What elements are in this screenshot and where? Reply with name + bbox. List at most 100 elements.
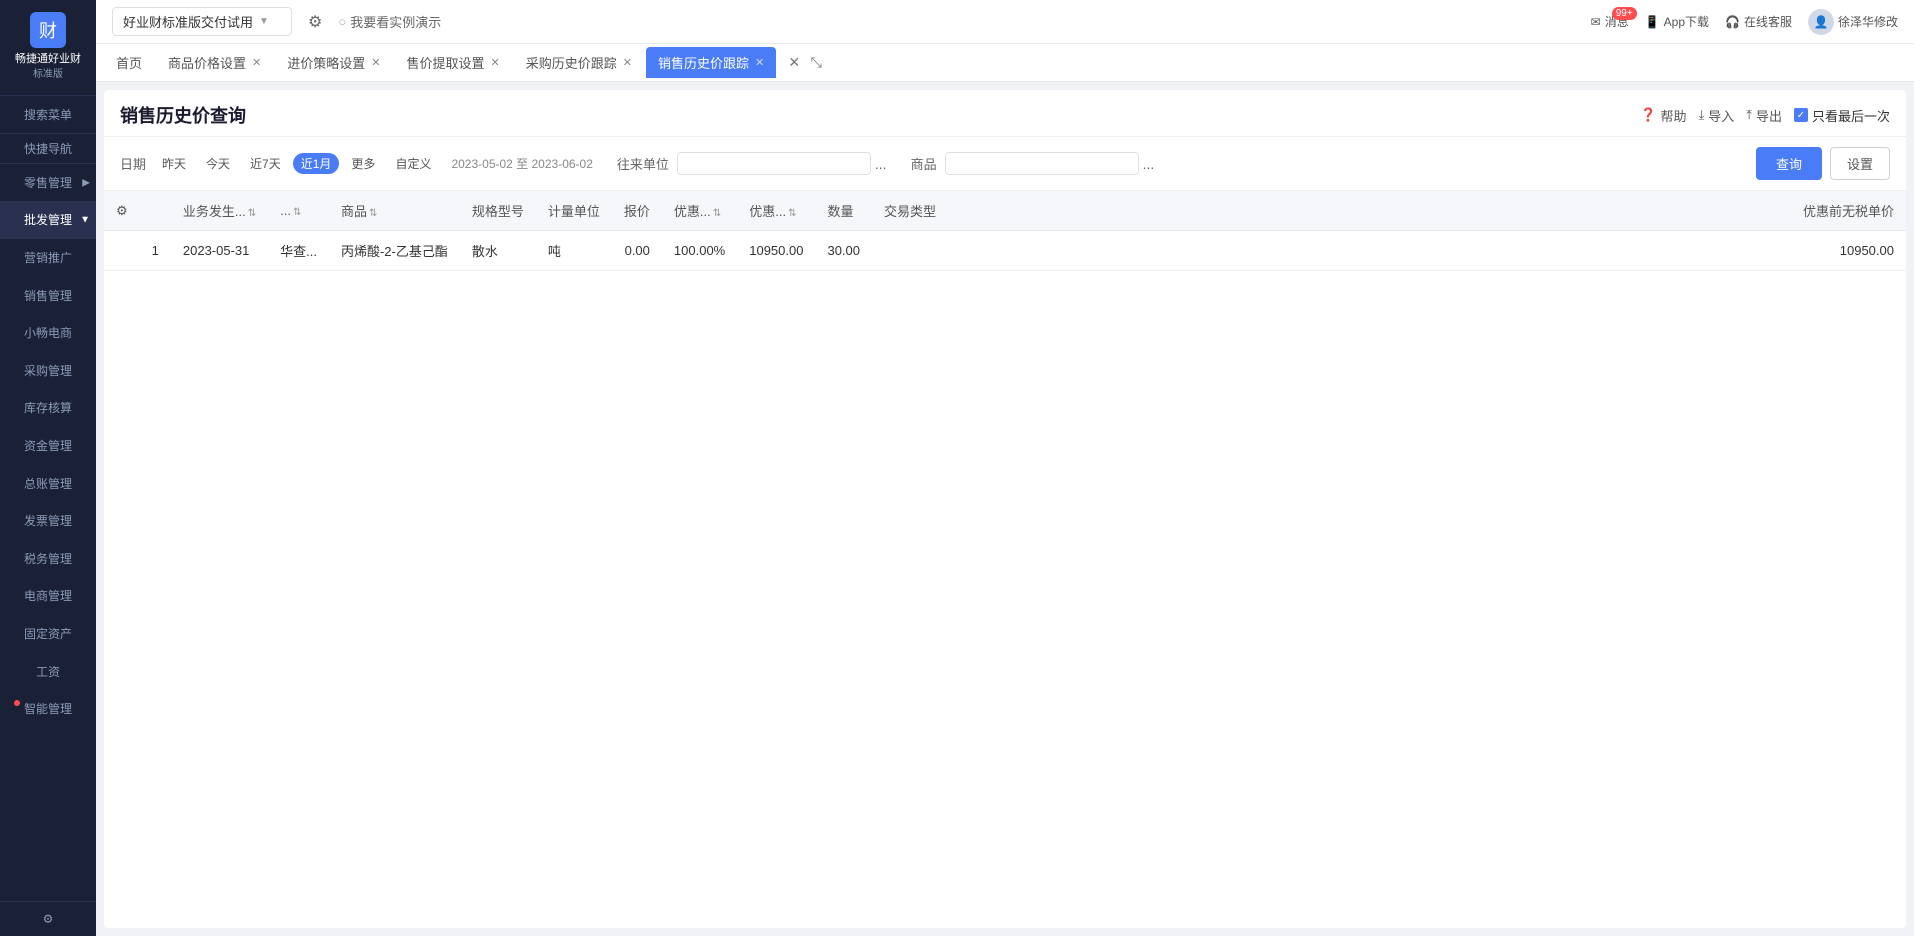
tab-purchase-strategy[interactable]: 进价策略设置 ✕ [275, 47, 392, 78]
product-label: 商品 [911, 154, 937, 173]
sidebar-quick-nav[interactable]: 快捷导航 [0, 134, 96, 164]
date-more[interactable]: 更多 [343, 153, 383, 174]
online-service-button[interactable]: 🎧 在线客服 [1725, 13, 1792, 30]
sidebar-item-marketing[interactable]: 营销推广 [0, 239, 96, 277]
date-yesterday[interactable]: 昨天 [154, 153, 194, 174]
import-icon: ⤓ [1698, 107, 1704, 123]
help-icon: ❓ [1640, 107, 1656, 123]
tab-sale-extract-close[interactable]: ✕ [491, 56, 500, 69]
date-last7[interactable]: 近7天 [242, 153, 289, 174]
data-table: ⚙ 业务发生...⇅ ...⇅ 商品⇅ 规格型号 计量单位 报价 优惠...⇅ … [104, 191, 1906, 271]
filter-bar: 日期 昨天 今天 近7天 近1月 更多 自定义 2023-05-02 至 202… [104, 137, 1906, 191]
col-trade-type: 交易类型 [872, 191, 948, 231]
dropdown-arrow-icon: ▼ [259, 16, 269, 27]
sidebar-item-salary[interactable]: 工资 [0, 653, 96, 691]
help-button[interactable]: ❓ 帮助 [1640, 106, 1686, 125]
date-label: 日期 [120, 154, 146, 173]
sidebar-item-fund[interactable]: 资金管理 [0, 427, 96, 465]
tab-home[interactable]: 首页 [104, 47, 154, 78]
customer-dots-button[interactable]: ... [875, 156, 887, 172]
tab-purchase-strategy-close[interactable]: ✕ [371, 56, 380, 69]
tab-purchase-history-close[interactable]: ✕ [623, 56, 632, 69]
sidebar-item-ecommerce[interactable]: 电商管理 [0, 577, 96, 615]
last-once-checkbox[interactable]: ✓ 只看最后一次 [1794, 106, 1890, 125]
tab-sale-history-close[interactable]: ✕ [755, 56, 764, 69]
sidebar-settings[interactable]: ⚙ [0, 901, 96, 936]
tab-sale-extract[interactable]: 售价提取设置 ✕ [394, 47, 511, 78]
cell-no: 1 [140, 231, 171, 271]
export-button[interactable]: ⤒ 导出 [1746, 106, 1782, 125]
page-title: 销售历史价查询 [120, 102, 246, 128]
product-dots-button[interactable]: ... [1143, 156, 1155, 172]
settings-button[interactable]: 设置 [1830, 147, 1890, 180]
col-more1[interactable]: ...⇅ [268, 191, 329, 231]
query-button[interactable]: 查询 [1756, 147, 1822, 180]
col-discount-price[interactable]: 优惠...⇅ [737, 191, 815, 231]
tab-product-price[interactable]: 商品价格设置 ✕ [156, 47, 273, 78]
chevron-right-icon: ▶ [82, 177, 90, 188]
sidebar-item-tax[interactable]: 税务管理 [0, 540, 96, 578]
col-product[interactable]: 商品⇅ [329, 191, 460, 231]
date-range: 2023-05-02 至 2023-06-02 [451, 155, 592, 172]
page-content: 销售历史价查询 ❓ 帮助 ⤓ 导入 ⤒ 导出 ✓ 只看最后一次 [104, 90, 1906, 928]
cell-unit: 吨 [536, 231, 612, 271]
product-selector-label: 好业财标准版交付试用 [123, 12, 253, 31]
user-info[interactable]: 👤 徐泽华修改 [1808, 9, 1898, 35]
demo-link-label: 我要看实例演示 [350, 12, 441, 31]
user-name: 徐泽华修改 [1838, 13, 1898, 30]
table-row: 1 2023-05-31 华查... 丙烯酸-2-乙基己酯 散水 吨 0.00 … [104, 231, 1906, 271]
col-gear: ⚙ [104, 191, 140, 231]
topbar-left: 好业财标准版交付试用 ▼ ⚙ ○ 我要看实例演示 [112, 7, 1591, 36]
window-close-button[interactable]: ✕ [786, 55, 802, 71]
export-label: 导出 [1756, 106, 1782, 125]
tab-product-price-label: 商品价格设置 [168, 53, 246, 72]
online-service-label: 在线客服 [1744, 13, 1792, 30]
app-download-button[interactable]: 📱 App下载 [1645, 13, 1709, 30]
tab-product-price-close[interactable]: ✕ [252, 56, 261, 69]
cell-qty: 30.00 [815, 231, 872, 271]
product-selector[interactable]: 好业财标准版交付试用 ▼ [112, 7, 292, 36]
sidebar-item-sales-mgmt[interactable]: 销售管理 [0, 277, 96, 315]
tab-home-label: 首页 [116, 53, 142, 72]
tabbar: 首页 商品价格设置 ✕ 进价策略设置 ✕ 售价提取设置 ✕ 采购历史价跟踪 ✕ … [96, 44, 1914, 82]
sidebar-item-fixed-assets[interactable]: 固定资产 [0, 615, 96, 653]
sidebar-item-retail[interactable]: 零售管理 ▶ [0, 164, 96, 202]
col-pretax-price: 优惠前无税单价 [1791, 191, 1906, 231]
col-discount-rate[interactable]: 优惠...⇅ [662, 191, 737, 231]
message-icon: ✉ [1591, 15, 1601, 29]
import-button[interactable]: ⤓ 导入 [1698, 106, 1734, 125]
cell-biz-date: 2023-05-31 [171, 231, 268, 271]
message-button[interactable]: ✉ 消息 99+ [1591, 13, 1629, 30]
date-custom[interactable]: 自定义 [387, 153, 439, 174]
date-today[interactable]: 今天 [198, 153, 238, 174]
logo-text: 畅捷通好业财 标准版 [15, 52, 81, 83]
help-label: 帮助 [1660, 106, 1686, 125]
window-maximize-button[interactable]: ⤡ [808, 55, 824, 71]
product-input[interactable] [945, 152, 1139, 175]
phone-icon: 📱 [1645, 15, 1660, 29]
notification-dot [14, 700, 20, 706]
customer-input[interactable] [677, 152, 871, 175]
demo-link[interactable]: ○ 我要看实例演示 [338, 12, 441, 31]
table-header-row: ⚙ 业务发生...⇅ ...⇅ 商品⇅ 规格型号 计量单位 报价 优惠...⇅ … [104, 191, 1906, 231]
checkbox-icon: ✓ [1794, 108, 1808, 122]
sidebar-item-wholesale[interactable]: 批发管理 ▼ [0, 201, 96, 239]
app-download-label: App下载 [1664, 13, 1709, 30]
settings-gear-button[interactable]: ⚙ [300, 8, 330, 36]
sidebar-item-smart-mgmt[interactable]: 智能管理 [0, 690, 96, 728]
product-input-group: ... [945, 152, 1155, 175]
last-once-label: 只看最后一次 [1812, 106, 1890, 125]
date-options: 昨天 今天 近7天 近1月 更多 自定义 [154, 153, 439, 174]
col-biz-date[interactable]: 业务发生...⇅ [171, 191, 268, 231]
tab-purchase-history[interactable]: 采购历史价跟踪 ✕ [514, 47, 644, 78]
tab-sale-history[interactable]: 销售历史价跟踪 ✕ [646, 47, 776, 78]
cell-product: 丙烯酸-2-乙基己酯 [329, 231, 460, 271]
date-last1m[interactable]: 近1月 [293, 153, 340, 174]
sidebar-item-invoice[interactable]: 发票管理 [0, 502, 96, 540]
sidebar-item-general-ledger[interactable]: 总账管理 [0, 465, 96, 503]
sidebar-search[interactable]: 搜索菜单 [0, 96, 96, 134]
table-body: 1 2023-05-31 华查... 丙烯酸-2-乙基己酯 散水 吨 0.00 … [104, 231, 1906, 271]
sidebar-item-ecommerce-small[interactable]: 小畅电商 [0, 314, 96, 352]
sidebar-item-inventory[interactable]: 库存核算 [0, 389, 96, 427]
sidebar-item-purchase[interactable]: 采购管理 [0, 352, 96, 390]
